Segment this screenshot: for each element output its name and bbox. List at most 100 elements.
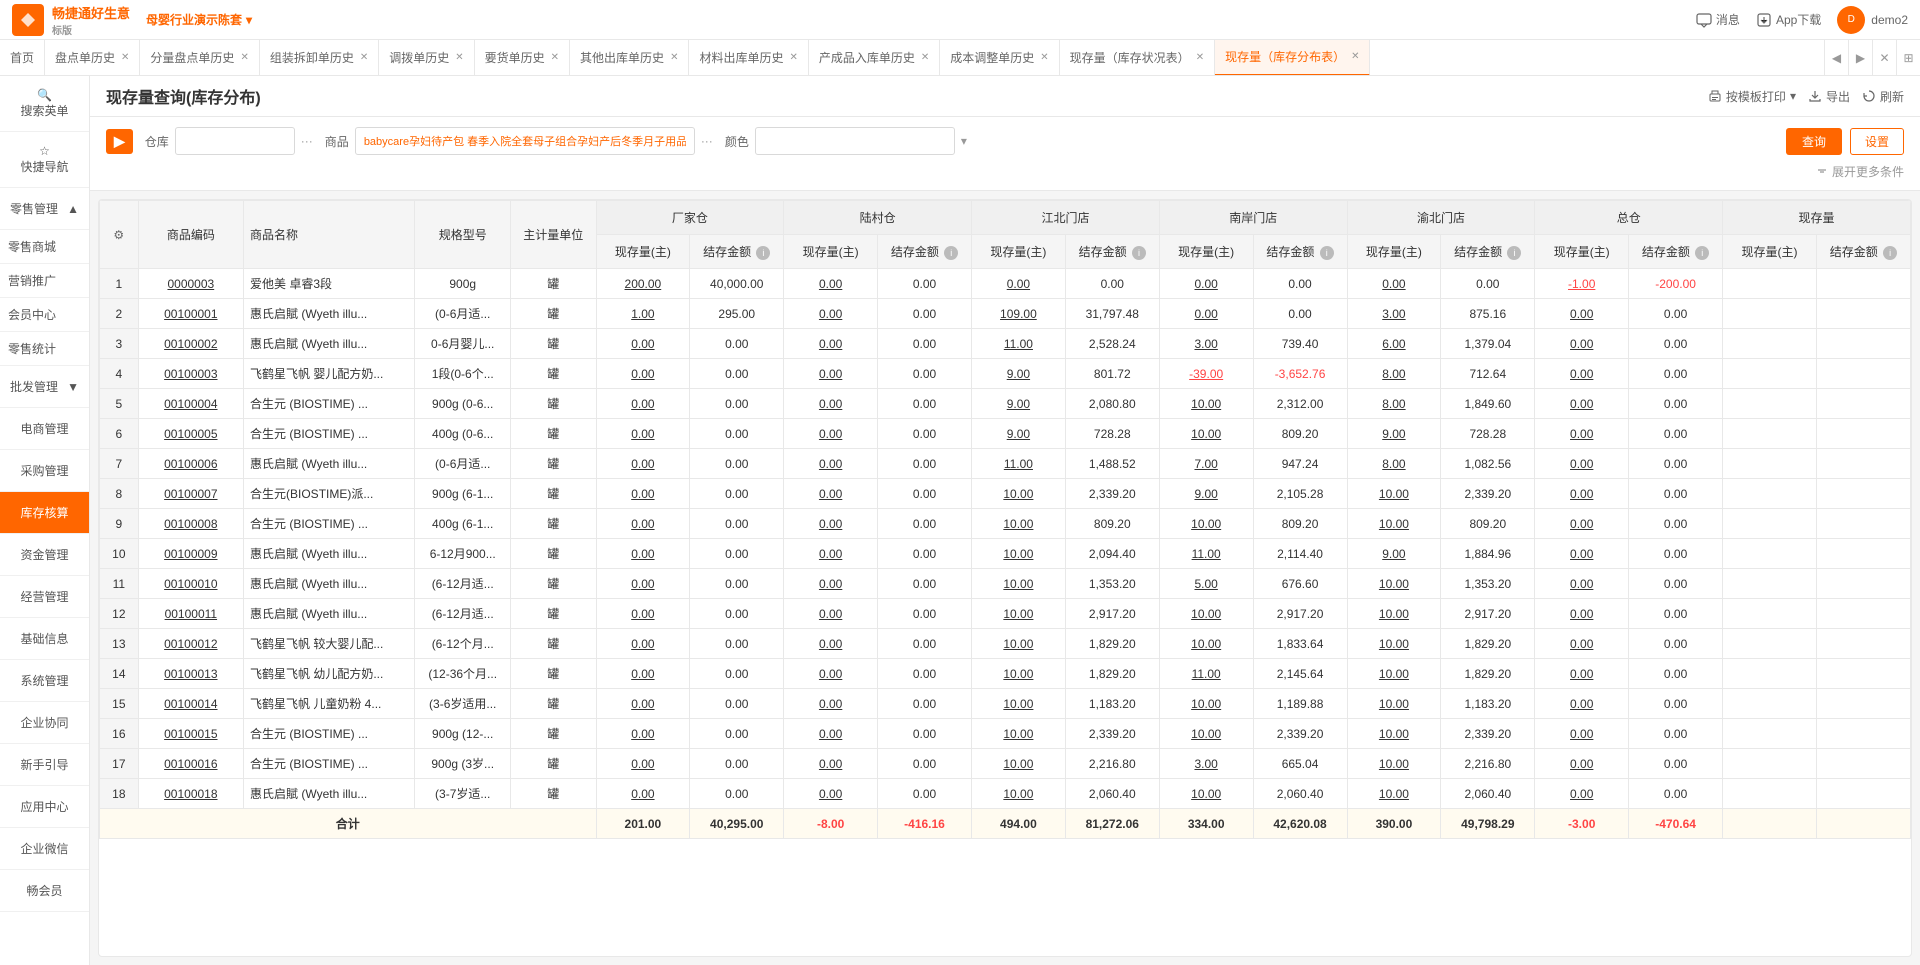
sidebar-item-guide[interactable]: 新手引导 <box>0 744 89 786</box>
row-f-stock-14[interactable]: 0.00 <box>596 689 690 719</box>
row-l-stock-14[interactable]: 0.00 <box>784 689 878 719</box>
product-input[interactable] <box>355 127 695 155</box>
f-amt-info-icon[interactable]: i <box>756 246 770 260</box>
sidebar-item-search[interactable]: 🔍 搜索英单 <box>0 76 89 132</box>
close-cost-adjust[interactable]: ✕ <box>1040 52 1048 63</box>
row-t-stock-0[interactable]: -1.00 <box>1535 269 1629 299</box>
row-n-stock-2[interactable]: 3.00 <box>1159 329 1253 359</box>
row-t-stock-1[interactable]: 0.00 <box>1535 299 1629 329</box>
row-l-stock-17[interactable]: 0.00 <box>784 779 878 809</box>
row-n-stock-13[interactable]: 11.00 <box>1159 659 1253 689</box>
tab-stock-status[interactable]: 现存量（库存状况表） ✕ <box>1060 40 1215 76</box>
row-f-stock-6[interactable]: 0.00 <box>596 449 690 479</box>
row-code-9[interactable]: 00100009 <box>138 539 243 569</box>
tab-transfer[interactable]: 调拨单历史 ✕ <box>379 40 474 76</box>
row-y-stock-1[interactable]: 3.00 <box>1347 299 1441 329</box>
sidebar-item-ecommerce[interactable]: 电商管理 <box>0 408 89 450</box>
row-n-stock-3[interactable]: -39.00 <box>1159 359 1253 389</box>
row-l-stock-2[interactable]: 0.00 <box>784 329 878 359</box>
sidebar-item-quick-nav[interactable]: ☆ 快捷导航 <box>0 132 89 188</box>
sidebar-item-marketing[interactable]: 营销推广 <box>0 264 89 298</box>
sidebar-item-member[interactable]: 会员中心 <box>0 298 89 332</box>
row-y-stock-12[interactable]: 10.00 <box>1347 629 1441 659</box>
row-l-stock-13[interactable]: 0.00 <box>784 659 878 689</box>
filter-expand-btn[interactable]: ▶ <box>106 129 133 154</box>
sidebar-item-finance[interactable]: 资金管理 <box>0 534 89 576</box>
row-j-stock-0[interactable]: 0.00 <box>972 269 1066 299</box>
row-f-stock-4[interactable]: 0.00 <box>596 389 690 419</box>
row-t-stock-2[interactable]: 0.00 <box>1535 329 1629 359</box>
row-n-stock-5[interactable]: 10.00 <box>1159 419 1253 449</box>
row-j-stock-9[interactable]: 10.00 <box>972 539 1066 569</box>
row-l-stock-3[interactable]: 0.00 <box>784 359 878 389</box>
color-dropdown[interactable]: ▾ <box>961 134 967 148</box>
row-t-stock-15[interactable]: 0.00 <box>1535 719 1629 749</box>
row-t-stock-8[interactable]: 0.00 <box>1535 509 1629 539</box>
row-code-7[interactable]: 00100007 <box>138 479 243 509</box>
y-amt-info-icon[interactable]: i <box>1507 246 1521 260</box>
row-l-stock-0[interactable]: 0.00 <box>784 269 878 299</box>
tab-home[interactable]: 首页 <box>0 40 45 76</box>
nav-expand[interactable]: ⊞ <box>1896 40 1920 76</box>
settings-icon[interactable]: ⚙ <box>109 225 129 245</box>
row-y-stock-15[interactable]: 10.00 <box>1347 719 1441 749</box>
row-code-14[interactable]: 00100014 <box>138 689 243 719</box>
row-n-stock-8[interactable]: 10.00 <box>1159 509 1253 539</box>
row-f-stock-5[interactable]: 0.00 <box>596 419 690 449</box>
row-n-stock-17[interactable]: 10.00 <box>1159 779 1253 809</box>
sidebar-item-enterprise[interactable]: 企业协同 <box>0 702 89 744</box>
row-j-stock-16[interactable]: 10.00 <box>972 749 1066 779</box>
tab-stock-dist[interactable]: 现存量（库存分布表） ✕ <box>1215 40 1370 76</box>
row-l-stock-16[interactable]: 0.00 <box>784 749 878 779</box>
row-t-stock-16[interactable]: 0.00 <box>1535 749 1629 779</box>
nav-prev[interactable]: ◀ <box>1824 40 1848 76</box>
row-l-stock-11[interactable]: 0.00 <box>784 599 878 629</box>
row-t-stock-11[interactable]: 0.00 <box>1535 599 1629 629</box>
tab-product-in[interactable]: 产成品入库单历史 ✕ <box>809 40 940 76</box>
tab-request[interactable]: 要货单历史 ✕ <box>475 40 570 76</box>
row-l-stock-4[interactable]: 0.00 <box>784 389 878 419</box>
row-j-stock-6[interactable]: 11.00 <box>972 449 1066 479</box>
row-code-0[interactable]: 0000003 <box>138 269 243 299</box>
row-j-stock-13[interactable]: 10.00 <box>972 659 1066 689</box>
row-f-stock-8[interactable]: 0.00 <box>596 509 690 539</box>
row-code-2[interactable]: 00100002 <box>138 329 243 359</box>
row-n-stock-12[interactable]: 10.00 <box>1159 629 1253 659</box>
row-code-12[interactable]: 00100012 <box>138 629 243 659</box>
nav-next[interactable]: ▶ <box>1848 40 1872 76</box>
row-f-stock-3[interactable]: 0.00 <box>596 359 690 389</box>
row-code-1[interactable]: 00100001 <box>138 299 243 329</box>
warehouse-more[interactable]: ··· <box>301 134 313 148</box>
app-download-btn[interactable]: App下载 <box>1756 11 1821 28</box>
row-f-stock-0[interactable]: 200.00 <box>596 269 690 299</box>
row-n-stock-11[interactable]: 10.00 <box>1159 599 1253 629</box>
product-more[interactable]: ··· <box>701 134 713 148</box>
close-combo[interactable]: ✕ <box>360 52 368 63</box>
row-y-stock-7[interactable]: 10.00 <box>1347 479 1441 509</box>
row-l-stock-6[interactable]: 0.00 <box>784 449 878 479</box>
close-other-out[interactable]: ✕ <box>670 52 678 63</box>
row-y-stock-3[interactable]: 8.00 <box>1347 359 1441 389</box>
row-j-stock-15[interactable]: 10.00 <box>972 719 1066 749</box>
expand-conditions-btn[interactable]: 展开更多条件 <box>1816 163 1904 180</box>
row-code-8[interactable]: 00100008 <box>138 509 243 539</box>
row-code-16[interactable]: 00100016 <box>138 749 243 779</box>
row-y-stock-16[interactable]: 10.00 <box>1347 749 1441 779</box>
row-l-stock-1[interactable]: 0.00 <box>784 299 878 329</box>
row-n-stock-0[interactable]: 0.00 <box>1159 269 1253 299</box>
row-f-stock-16[interactable]: 0.00 <box>596 749 690 779</box>
settings-button[interactable]: 设置 <box>1850 128 1904 155</box>
row-y-stock-6[interactable]: 8.00 <box>1347 449 1441 479</box>
sidebar-item-operations[interactable]: 经营管理 <box>0 576 89 618</box>
sidebar-item-wholesale[interactable]: 批发管理 ▼ <box>0 366 89 408</box>
query-button[interactable]: 查询 <box>1786 128 1842 155</box>
row-t-stock-17[interactable]: 0.00 <box>1535 779 1629 809</box>
close-material-out[interactable]: ✕ <box>789 52 797 63</box>
close-inventory-count[interactable]: ✕ <box>121 52 129 63</box>
close-partial-count[interactable]: ✕ <box>240 52 248 63</box>
row-code-5[interactable]: 00100005 <box>138 419 243 449</box>
row-l-stock-8[interactable]: 0.00 <box>784 509 878 539</box>
close-request[interactable]: ✕ <box>551 52 559 63</box>
tab-combo[interactable]: 组装拆卸单历史 ✕ <box>260 40 379 76</box>
row-code-17[interactable]: 00100018 <box>138 779 243 809</box>
